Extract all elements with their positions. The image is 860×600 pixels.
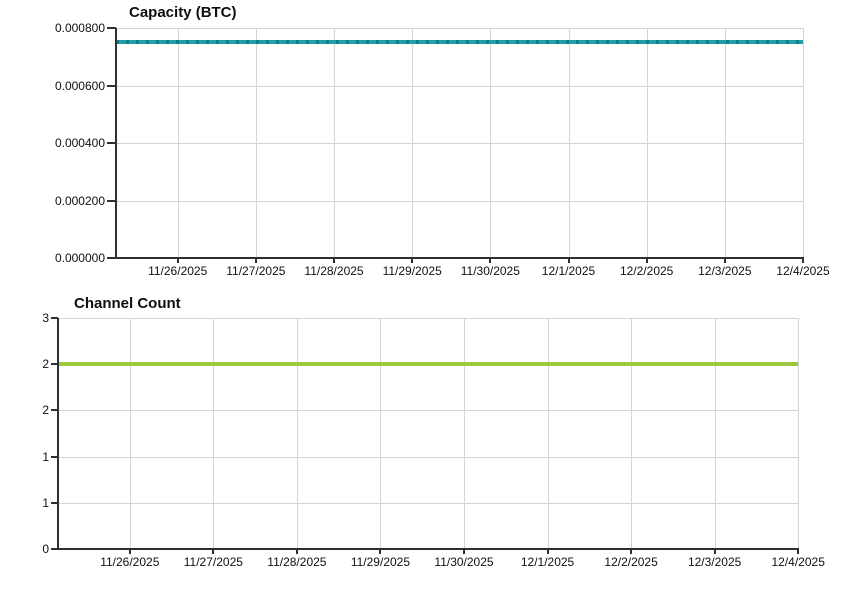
channel-y-tick-label: 2: [42, 357, 49, 372]
capacity-y-tick: [107, 142, 116, 144]
channel-x-tick-label: 11/27/2025: [183, 555, 243, 569]
channel-x-gridline: [213, 318, 215, 549]
capacity-x-tick-label: 11/29/2025: [382, 264, 442, 278]
capacity-x-tick-label: 12/3/2025: [698, 264, 752, 278]
capacity-x-tick-label: 11/26/2025: [148, 264, 208, 278]
channel-y-gridline: [58, 456, 798, 458]
channel-count-chart-title: Channel Count: [74, 295, 181, 312]
capacity-x-tick-label: 12/2/2025: [619, 264, 674, 278]
capacity-y-gridline: [116, 143, 803, 144]
channel-y-tick: [51, 317, 58, 319]
capacity-x-gridline: [724, 28, 726, 258]
channel-y-tick-label: 2: [42, 403, 49, 418]
capacity-x-gridline: [334, 28, 336, 258]
channel-x-tick-label: 12/4/2025: [771, 555, 825, 569]
capacity-x-gridline: [255, 28, 257, 258]
channel-x-gridline: [464, 318, 465, 549]
channel-y-tick-label: 0: [42, 542, 49, 556]
channel-x-gridline: [631, 318, 633, 549]
channel-x-tick-label: 11/26/2025: [100, 555, 160, 569]
channel-y-gridline: [58, 318, 798, 319]
channel-y-tick-label: 1: [42, 495, 49, 510]
capacity-x-tick-label: 11/30/2025: [460, 264, 520, 278]
channel-x-gridline: [714, 318, 716, 549]
channel-y-tick: [51, 548, 58, 550]
capacity-y-gridline: [116, 85, 803, 87]
channel-y-axis-line: [57, 318, 59, 549]
capacity-y-gridline: [116, 28, 803, 29]
channel-y-tick-label: 3: [42, 311, 49, 325]
capacity-x-gridline: [646, 28, 648, 258]
capacity-y-tick: [107, 199, 116, 202]
capacity-x-gridline: [568, 28, 570, 258]
capacity-y-tick-label: 0.000800: [54, 21, 105, 35]
capacity-y-tick-label: 0.000200: [54, 193, 105, 208]
capacity-x-tick-label: 12/1/2025: [541, 264, 596, 278]
channel-x-tick-label: 11/30/2025: [434, 555, 494, 569]
capacity-y-gridline: [116, 200, 803, 202]
capacity-x-gridline: [412, 28, 414, 258]
capacity-x-gridline: [177, 28, 179, 258]
capacity-x-gridline: [490, 28, 492, 258]
capacity-y-tick: [107, 257, 116, 259]
channel-x-tick-label: 12/2/2025: [604, 555, 658, 569]
channel-series-line[interactable]: [58, 362, 798, 367]
channel-y-tick: [51, 409, 58, 412]
capacity-x-axis-line: [115, 257, 804, 259]
capacity-x-tick-label: 11/27/2025: [226, 264, 286, 278]
capacity-x-gridline: [802, 28, 804, 258]
channel-x-tick-label: 11/29/2025: [350, 555, 411, 569]
channel-x-gridline: [547, 318, 549, 549]
channel-x-tick-label: 12/3/2025: [687, 555, 742, 569]
capacity-y-tick: [107, 27, 116, 29]
capacity-y-tick-label: 0.000600: [54, 78, 105, 93]
channel-x-gridline: [798, 318, 800, 549]
channel-y-tick-label: 1: [42, 449, 49, 464]
lightning-node-charts-dashboard: Capacity (BTC) Channel Count 0.000800 0.0…: [0, 0, 860, 600]
channel-y-tick: [51, 501, 58, 504]
channel-y-tick: [51, 363, 58, 366]
channel-x-gridline: [296, 318, 298, 549]
capacity-y-tick-label: 0.000400: [54, 136, 105, 150]
capacity-chart-title: Capacity (BTC): [129, 4, 237, 21]
channel-x-gridline: [129, 318, 131, 549]
channel-x-axis-line: [57, 548, 799, 550]
capacity-x-tick-label: 11/28/2025: [304, 264, 364, 278]
capacity-y-tick-label: 0.000000: [54, 251, 105, 265]
capacity-y-tick: [107, 84, 116, 87]
capacity-x-tick-label: 12/4/2025: [776, 264, 830, 278]
channel-y-gridline: [58, 502, 798, 504]
channel-y-gridline: [58, 410, 798, 412]
channel-y-tick: [51, 455, 58, 458]
channel-x-tick-label: 11/28/2025: [267, 555, 327, 569]
channel-x-gridline: [380, 318, 382, 549]
channel-x-tick-label: 12/1/2025: [520, 555, 575, 569]
capacity-series-line[interactable]: [116, 40, 803, 45]
